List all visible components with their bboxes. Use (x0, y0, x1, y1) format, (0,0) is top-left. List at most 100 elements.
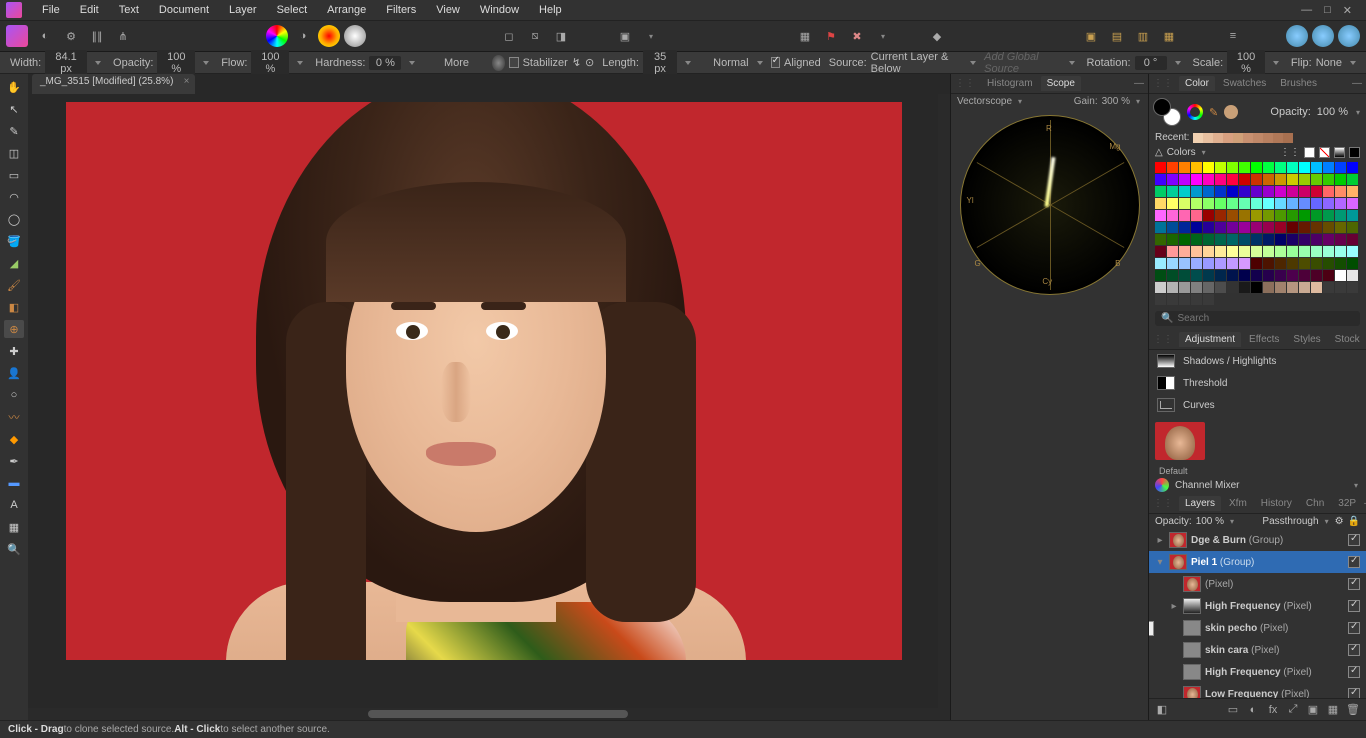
swatch[interactable] (1191, 222, 1202, 233)
swatch[interactable] (1251, 258, 1262, 269)
deselect-icon[interactable]: ⧅ (524, 25, 546, 47)
swatch[interactable] (1155, 246, 1166, 257)
swatch[interactable] (1311, 270, 1322, 281)
swatch[interactable] (1347, 246, 1358, 257)
swatch[interactable] (1287, 222, 1298, 233)
ellipse-select-tool[interactable]: ◯ (4, 210, 24, 228)
swatch[interactable] (1215, 246, 1226, 257)
swatch[interactable] (1227, 198, 1238, 209)
swatch[interactable] (1347, 258, 1358, 269)
swatch[interactable] (1275, 270, 1286, 281)
flag-icon[interactable]: ⚑ (820, 25, 842, 47)
swatch[interactable] (1311, 186, 1322, 197)
selection-icon[interactable]: ◻ (498, 25, 520, 47)
swatch[interactable] (1155, 258, 1166, 269)
swatch[interactable] (1263, 222, 1274, 233)
swatch[interactable] (1227, 210, 1238, 221)
swatch[interactable] (1215, 234, 1226, 245)
close-tab-icon[interactable]: × (184, 76, 190, 87)
swatch[interactable] (1263, 186, 1274, 197)
menu-window[interactable]: Window (470, 4, 529, 16)
swatch[interactable] (1311, 234, 1322, 245)
none-type-icon[interactable] (1319, 147, 1330, 158)
menu-help[interactable]: Help (529, 4, 572, 16)
swatch[interactable] (1239, 234, 1250, 245)
cancel-icon[interactable]: ✖ (846, 25, 868, 47)
swatch[interactable] (1251, 210, 1262, 221)
document-tab[interactable]: _MG_3515 [Modified] (25.8%) × (32, 74, 195, 94)
pen-tool[interactable]: ✒ (4, 452, 24, 470)
swatch[interactable] (1335, 210, 1346, 221)
swatch[interactable] (1311, 210, 1322, 221)
move-tool[interactable]: ↖ (4, 100, 24, 118)
quickmask-icon[interactable]: ▣ (614, 25, 636, 47)
swatch[interactable] (1167, 198, 1178, 209)
eyedropper-icon[interactable]: ✎ (1209, 106, 1218, 119)
swatch[interactable] (1179, 270, 1190, 281)
more-button[interactable]: More (444, 57, 469, 69)
swatch[interactable] (1323, 174, 1334, 185)
color-palette-grid[interactable] (1149, 160, 1366, 307)
swatch[interactable] (1191, 234, 1202, 245)
menu-file[interactable]: File (32, 4, 70, 16)
swatch[interactable] (1263, 258, 1274, 269)
source-dd[interactable] (970, 61, 976, 65)
menu-layer[interactable]: Layer (219, 4, 267, 16)
swatch[interactable] (1275, 246, 1286, 257)
swatch[interactable] (1251, 282, 1262, 293)
swatch[interactable] (1263, 234, 1274, 245)
lasso-tool[interactable]: ◠ (4, 188, 24, 206)
tab-layers[interactable]: Layers (1179, 496, 1221, 511)
swatch[interactable] (1335, 174, 1346, 185)
adjustment-shadows-highlights[interactable]: Shadows / Highlights (1149, 350, 1366, 372)
swatch[interactable] (1335, 198, 1346, 209)
layer-row[interactable]: High Frequency (Pixel) (1149, 661, 1366, 683)
swatch[interactable] (1155, 162, 1166, 173)
gradient-type-icon[interactable] (1334, 147, 1345, 158)
swatch[interactable] (1179, 282, 1190, 293)
adjustment-curves[interactable]: Curves (1149, 394, 1366, 416)
adjustment-preset-thumb[interactable] (1155, 422, 1205, 460)
swatch[interactable] (1323, 198, 1334, 209)
swatch[interactable] (1167, 162, 1178, 173)
layer-visible-checkbox[interactable] (1348, 600, 1360, 612)
swatch[interactable] (1275, 234, 1286, 245)
color-panel-min-icon[interactable]: — (1352, 78, 1362, 89)
swatch[interactable] (1167, 246, 1178, 257)
swatch[interactable] (1299, 198, 1310, 209)
tab-stock[interactable]: Stock (1329, 332, 1366, 347)
swatch[interactable] (1287, 234, 1298, 245)
swatch[interactable] (1191, 186, 1202, 197)
swatch[interactable] (1239, 282, 1250, 293)
fg-bg-swatch[interactable] (1153, 98, 1181, 126)
flow-value[interactable]: 100 % (251, 50, 289, 76)
hscroll-thumb[interactable] (368, 710, 628, 718)
swatch[interactable] (1275, 210, 1286, 221)
layer-opacity-value[interactable]: 100 % (1196, 516, 1224, 527)
eraser-tool[interactable]: ◧ (4, 298, 24, 316)
swatch[interactable] (1335, 258, 1346, 269)
swatch[interactable] (1167, 186, 1178, 197)
swatch[interactable] (1347, 234, 1358, 245)
swatch[interactable] (1191, 258, 1202, 269)
swatch[interactable] (1167, 222, 1178, 233)
swatch[interactable] (1227, 234, 1238, 245)
palette-type-icon[interactable]: △ (1155, 147, 1163, 158)
length-dd[interactable] (685, 61, 691, 65)
swatch[interactable] (1155, 198, 1166, 209)
search-input[interactable]: 🔍 Search (1155, 311, 1360, 326)
hsl-icon[interactable] (318, 25, 340, 47)
stabilizer-mode-1-icon[interactable]: ↯ (572, 56, 581, 69)
swatch[interactable] (1263, 198, 1274, 209)
swatch[interactable] (1155, 222, 1166, 233)
arrange-1-icon[interactable]: ▣ (1080, 25, 1102, 47)
swatch[interactable] (1347, 270, 1358, 281)
swatch[interactable] (1179, 294, 1190, 305)
window-maximize[interactable]: □ (1324, 4, 1331, 17)
swatch[interactable] (1203, 258, 1214, 269)
swatch[interactable] (1335, 246, 1346, 257)
healing-tool[interactable]: ✚ (4, 342, 24, 360)
swatch[interactable] (1251, 186, 1262, 197)
menu-select[interactable]: Select (267, 4, 318, 16)
swatch[interactable] (1203, 270, 1214, 281)
